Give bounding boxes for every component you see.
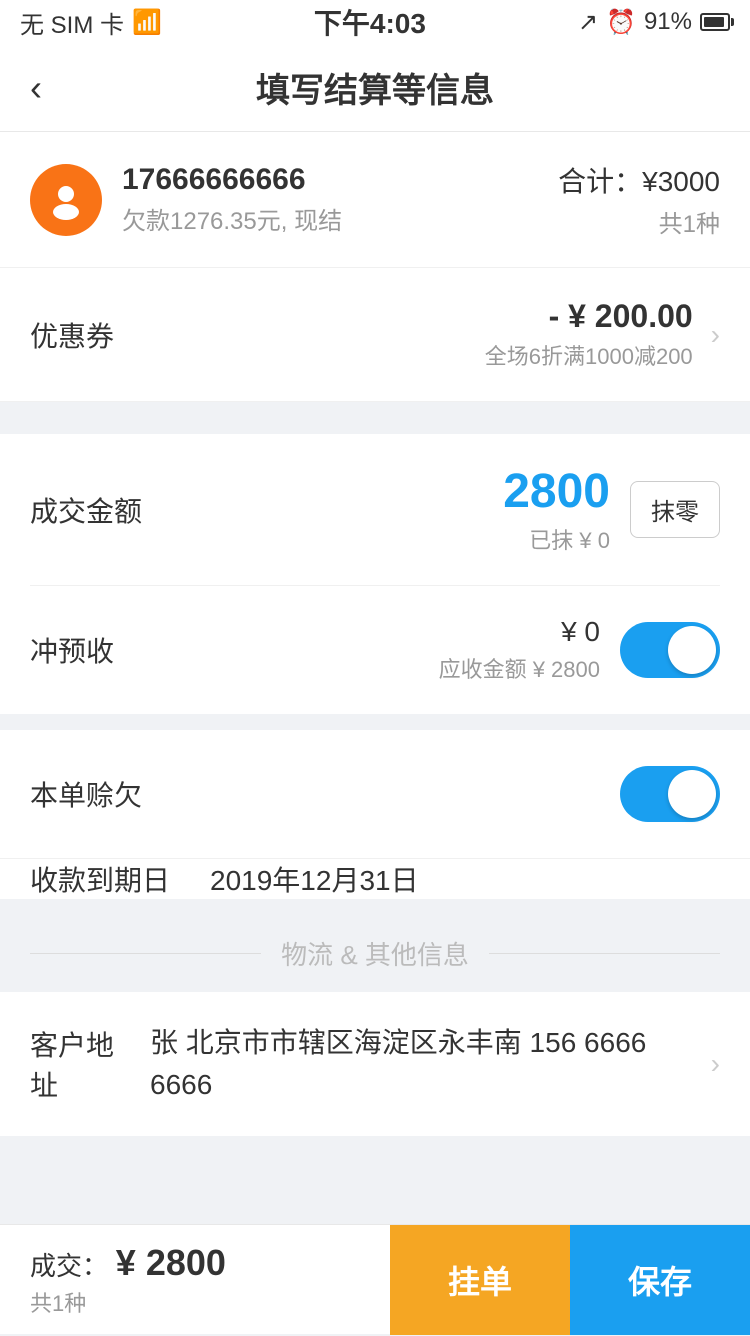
customer-info-text: 17666666666 欠款1276.35元, 现结	[122, 163, 342, 236]
debt-toggle[interactable]	[620, 766, 720, 822]
prepay-toggle[interactable]	[620, 622, 720, 678]
transaction-label: 成交金额	[30, 490, 142, 530]
no-sim-text: 无 SIM 卡	[20, 5, 124, 40]
page-title: 填写结算等信息	[90, 63, 660, 112]
status-bar: 无 SIM 卡 📶 下午4:03 ↗ ⏰ 91%	[0, 0, 750, 44]
amount-info: 2800 已抹 ¥ 0	[503, 464, 610, 555]
back-button[interactable]: ‹	[30, 67, 90, 109]
transaction-section: 成交金额 2800 已抹 ¥ 0 抹零 冲预收 ¥ 0 应收金额 ¥ 2800	[0, 434, 750, 714]
divider-1	[0, 418, 750, 434]
prepay-sub: 应收金额 ¥ 2800	[439, 652, 600, 684]
logistics-line-right	[489, 953, 720, 954]
address-chevron-icon: ›	[711, 1048, 720, 1080]
duedate-row: 收款到期日 2019年12月31日	[30, 859, 720, 899]
duedate-label: 收款到期日	[30, 859, 170, 899]
bottom-info: 成交： ¥ 2800 共1种	[0, 1225, 390, 1334]
round-button[interactable]: 抹零	[630, 481, 720, 538]
debt-row: 本单赊欠	[30, 730, 720, 858]
debt-toggle-thumb	[668, 770, 716, 818]
divider-3	[0, 899, 750, 915]
bottom-amount: ¥ 2800	[116, 1242, 226, 1283]
prepay-right: ¥ 0 应收金额 ¥ 2800	[439, 616, 720, 684]
alarm-icon: ⏰	[606, 8, 636, 37]
logistics-label: 物流 & 其他信息	[281, 935, 469, 972]
battery-percent: 91%	[644, 8, 692, 36]
toggle-thumb	[668, 626, 716, 674]
prepay-label: 冲预收	[30, 630, 114, 670]
coupon-desc: 全场6折满1000减200	[485, 339, 693, 371]
location-icon: ↗	[578, 8, 598, 37]
battery-icon	[700, 13, 730, 31]
status-left: 无 SIM 卡 📶	[20, 5, 162, 40]
coupon-label: 优惠券	[30, 315, 114, 355]
address-section[interactable]: 客户地址 张 北京市市辖区海淀区永丰南 156 6666 6666 ›	[0, 992, 750, 1136]
customer-count: 共1种	[558, 204, 720, 239]
address-label: 客户地址	[30, 1024, 130, 1104]
status-time: 下午4:03	[314, 2, 426, 42]
status-right: ↗ ⏰ 91%	[578, 8, 730, 37]
duedate-section: 收款到期日 2019年12月31日	[0, 858, 750, 899]
coupon-right: - ¥ 200.00 全场6折满1000减200 ›	[485, 298, 720, 371]
customer-section: 17666666666 欠款1276.35元, 现结 合计：¥3000 共1种 …	[0, 132, 750, 402]
customer-info-row: 17666666666 欠款1276.35元, 现结 合计：¥3000 共1种	[0, 132, 750, 268]
divider-2	[0, 714, 750, 730]
transaction-sub: 已抹 ¥ 0	[503, 523, 610, 555]
bottom-deal-row: 成交： ¥ 2800	[30, 1242, 360, 1284]
coupon-chevron-icon: ›	[711, 319, 720, 351]
logistics-section: 物流 & 其他信息	[0, 915, 750, 992]
transaction-amount-row: 成交金额 2800 已抹 ¥ 0 抹零	[30, 434, 720, 586]
duedate-value: 2019年12月31日	[210, 859, 419, 899]
battery-fill	[704, 17, 724, 27]
coupon-amount: - ¥ 200.00	[485, 298, 693, 335]
customer-subtext: 欠款1276.35元, 现结	[122, 201, 342, 236]
transaction-right: 2800 已抹 ¥ 0 抹零	[503, 464, 720, 555]
debt-section: 本单赊欠	[0, 730, 750, 858]
bottom-deal-label: 成交：	[30, 1251, 108, 1281]
nav-bar: ‹ 填写结算等信息	[0, 44, 750, 132]
address-value: 张 北京市市辖区海淀区永丰南 156 6666 6666	[150, 1022, 691, 1106]
prepay-info: ¥ 0 应收金额 ¥ 2800	[439, 616, 600, 684]
customer-total: 合计：¥3000	[558, 160, 720, 200]
transaction-amount: 2800	[503, 464, 610, 519]
customer-right: 合计：¥3000 共1种	[558, 160, 720, 239]
bottom-bar: 成交： ¥ 2800 共1种 挂单 保存	[0, 1224, 750, 1334]
bottom-count: 共1种	[30, 1286, 360, 1318]
coupon-row[interactable]: 优惠券 - ¥ 200.00 全场6折满1000减200 ›	[0, 268, 750, 402]
wifi-icon: 📶	[132, 8, 162, 37]
prepay-amount: ¥ 0	[439, 616, 600, 648]
coupon-info: - ¥ 200.00 全场6折满1000减200	[485, 298, 693, 371]
hold-button[interactable]: 挂单	[390, 1225, 570, 1335]
avatar	[30, 164, 102, 236]
customer-phone: 17666666666	[122, 163, 342, 197]
logistics-line-left	[30, 953, 261, 954]
debt-label: 本单赊欠	[30, 774, 142, 814]
save-button[interactable]: 保存	[570, 1225, 750, 1335]
prepay-row: 冲预收 ¥ 0 应收金额 ¥ 2800	[30, 586, 720, 714]
customer-left: 17666666666 欠款1276.35元, 现结	[30, 163, 342, 236]
